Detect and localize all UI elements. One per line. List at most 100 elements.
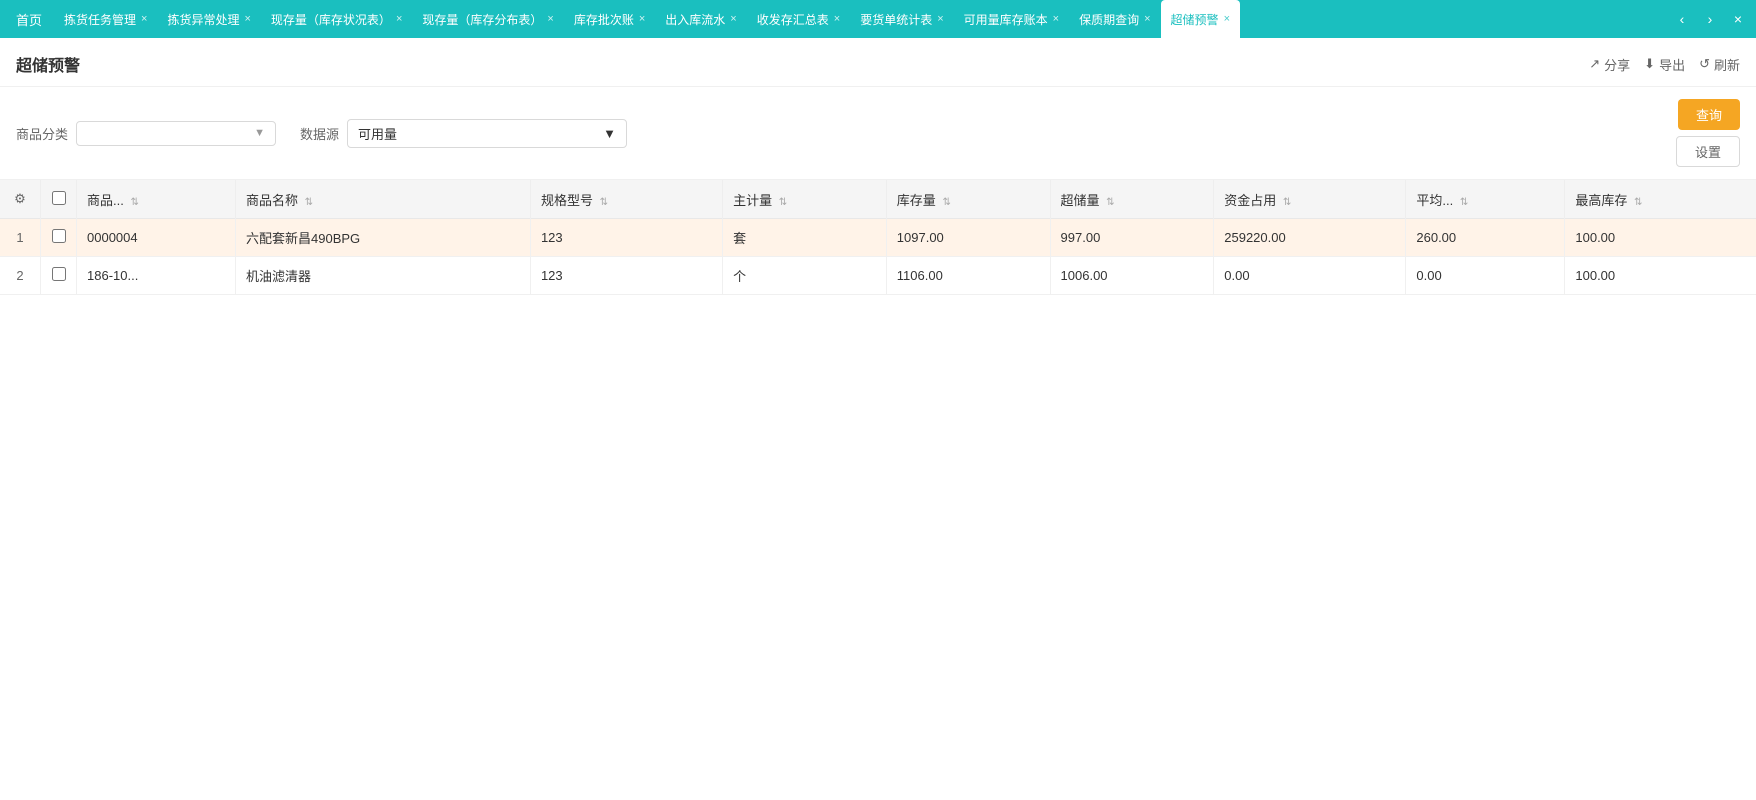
- close-tab-7-icon[interactable]: ×: [937, 13, 943, 25]
- close-tab-3-icon[interactable]: ×: [547, 13, 553, 25]
- close-tab-5-icon[interactable]: ×: [730, 13, 736, 25]
- header-actions: ↗ 分享 ⬇ 导出 ↺ 刷新: [1589, 55, 1740, 74]
- close-tab-10-icon[interactable]: ×: [1224, 13, 1230, 25]
- nav-tab-0[interactable]: 拣货任务管理 ×: [54, 0, 157, 38]
- refresh-button[interactable]: ↺ 刷新: [1699, 55, 1740, 74]
- close-tab-2-icon[interactable]: ×: [396, 13, 402, 25]
- export-button[interactable]: ⬇ 导出: [1644, 55, 1685, 74]
- table-header-row: ⚙ 商品... ⇅ 商品名称 ⇅ 规格型号 ⇅ 主计量: [0, 180, 1756, 219]
- query-button[interactable]: 查询: [1678, 99, 1740, 130]
- top-navigation: 首页 拣货任务管理 × 拣货异常处理 × 现存量（库存状况表） × 现存量（库存…: [0, 0, 1756, 38]
- sort-stock-icon: ⇅: [942, 197, 950, 208]
- export-icon: ⬇: [1644, 56, 1655, 72]
- nav-tab-1[interactable]: 拣货异常处理 ×: [157, 0, 260, 38]
- td-avg: 260.00: [1406, 219, 1565, 257]
- td-product-code: 0000004: [77, 219, 236, 257]
- nav-arrow-right[interactable]: ›: [1696, 0, 1724, 38]
- nav-home[interactable]: 首页: [4, 0, 54, 38]
- close-tab-1-icon[interactable]: ×: [244, 13, 250, 25]
- refresh-icon: ↺: [1699, 56, 1710, 72]
- th-unit[interactable]: 主计量 ⇅: [723, 180, 887, 219]
- nav-tab-5[interactable]: 出入库流水 ×: [655, 0, 746, 38]
- table-container: ⚙ 商品... ⇅ 商品名称 ⇅ 规格型号 ⇅ 主计量: [0, 180, 1756, 295]
- datasource-select[interactable]: 可用量 ▼: [347, 119, 627, 148]
- nav-arrow-close[interactable]: ×: [1724, 0, 1752, 38]
- datasource-value: 可用量: [358, 124, 397, 143]
- td-row-num: 1: [0, 219, 41, 257]
- th-checkbox: [41, 180, 77, 219]
- td-max-stock: 100.00: [1565, 257, 1756, 295]
- td-over-stock: 997.00: [1050, 219, 1214, 257]
- page-title: 超储预警: [16, 52, 80, 76]
- th-stock[interactable]: 库存量 ⇅: [886, 180, 1050, 219]
- sort-unit-icon: ⇅: [779, 197, 787, 208]
- data-table: ⚙ 商品... ⇅ 商品名称 ⇅ 规格型号 ⇅ 主计量: [0, 180, 1756, 295]
- share-button[interactable]: ↗ 分享: [1589, 55, 1630, 74]
- table-row: 2 186-10... 机油滤清器 123 个 1106.00 1006.00 …: [0, 257, 1756, 295]
- nav-tab-4[interactable]: 库存批次账 ×: [564, 0, 655, 38]
- th-capital[interactable]: 资金占用 ⇅: [1214, 180, 1406, 219]
- td-spec: 123: [530, 257, 722, 295]
- table-row: 1 0000004 六配套新昌490BPG 123 套 1097.00 997.…: [0, 219, 1756, 257]
- datasource-label: 数据源: [300, 124, 339, 143]
- page-header: 超储预警 ↗ 分享 ⬇ 导出 ↺ 刷新: [0, 38, 1756, 87]
- th-product-name[interactable]: 商品名称 ⇅: [236, 180, 531, 219]
- close-tab-8-icon[interactable]: ×: [1053, 13, 1059, 25]
- sort-max-stock-icon: ⇅: [1634, 197, 1642, 208]
- share-icon: ↗: [1589, 56, 1600, 72]
- th-max-stock[interactable]: 最高库存 ⇅: [1565, 180, 1756, 219]
- category-select[interactable]: ▼: [76, 121, 276, 146]
- filter-area: 商品分类 ▼ 数据源 可用量 ▼ 查询 设置: [0, 87, 1756, 180]
- close-tab-9-icon[interactable]: ×: [1144, 13, 1150, 25]
- select-all-checkbox[interactable]: [52, 191, 66, 205]
- datasource-chevron-icon: ▼: [603, 126, 616, 141]
- table-body: 1 0000004 六配套新昌490BPG 123 套 1097.00 997.…: [0, 219, 1756, 295]
- nav-tab-10[interactable]: 超储预警 ×: [1161, 0, 1240, 38]
- sort-spec-icon: ⇅: [600, 197, 608, 208]
- td-checkbox[interactable]: [41, 219, 77, 257]
- nav-tab-9[interactable]: 保质期查询 ×: [1069, 0, 1160, 38]
- nav-tab-7[interactable]: 要货单统计表 ×: [850, 0, 953, 38]
- td-unit: 套: [723, 219, 887, 257]
- table-gear-icon[interactable]: ⚙: [10, 189, 30, 209]
- close-tab-6-icon[interactable]: ×: [834, 13, 840, 25]
- close-tab-0-icon[interactable]: ×: [141, 13, 147, 25]
- td-row-num: 2: [0, 257, 41, 295]
- td-avg: 0.00: [1406, 257, 1565, 295]
- td-spec: 123: [530, 219, 722, 257]
- th-over-stock[interactable]: 超储量 ⇅: [1050, 180, 1214, 219]
- td-max-stock: 100.00: [1565, 219, 1756, 257]
- category-filter-group: 商品分类 ▼: [16, 121, 276, 146]
- sort-avg-icon: ⇅: [1460, 197, 1468, 208]
- nav-tab-6[interactable]: 收发存汇总表 ×: [747, 0, 850, 38]
- nav-tab-3[interactable]: 现存量（库存分布表） ×: [412, 0, 563, 38]
- td-checkbox[interactable]: [41, 257, 77, 295]
- nav-arrow-left[interactable]: ‹: [1668, 0, 1696, 38]
- category-chevron-icon: ▼: [254, 127, 265, 139]
- nav-tab-8[interactable]: 可用量库存账本 ×: [954, 0, 1069, 38]
- filter-buttons: 查询 设置: [1676, 99, 1740, 167]
- row-checkbox-1[interactable]: [52, 267, 66, 281]
- td-unit: 个: [723, 257, 887, 295]
- close-tab-4-icon[interactable]: ×: [639, 13, 645, 25]
- row-checkbox-0[interactable]: [52, 229, 66, 243]
- td-stock: 1106.00: [886, 257, 1050, 295]
- th-avg[interactable]: 平均... ⇅: [1406, 180, 1565, 219]
- settings-button[interactable]: 设置: [1676, 136, 1740, 167]
- datasource-filter-group: 数据源 可用量 ▼: [300, 119, 627, 148]
- th-spec[interactable]: 规格型号 ⇅: [530, 180, 722, 219]
- th-product-code[interactable]: 商品... ⇅: [77, 180, 236, 219]
- td-stock: 1097.00: [886, 219, 1050, 257]
- sort-over-stock-icon: ⇅: [1106, 197, 1114, 208]
- td-product-code: 186-10...: [77, 257, 236, 295]
- category-label: 商品分类: [16, 124, 68, 143]
- td-capital: 259220.00: [1214, 219, 1406, 257]
- nav-arrows: ‹ › ×: [1668, 0, 1752, 38]
- sort-product-name-icon: ⇅: [305, 197, 313, 208]
- td-capital: 0.00: [1214, 257, 1406, 295]
- td-product-name: 机油滤清器: [236, 257, 531, 295]
- th-settings: ⚙: [0, 180, 41, 219]
- nav-tab-2[interactable]: 现存量（库存状况表） ×: [261, 0, 412, 38]
- td-product-name: 六配套新昌490BPG: [236, 219, 531, 257]
- sort-product-code-icon: ⇅: [130, 197, 138, 208]
